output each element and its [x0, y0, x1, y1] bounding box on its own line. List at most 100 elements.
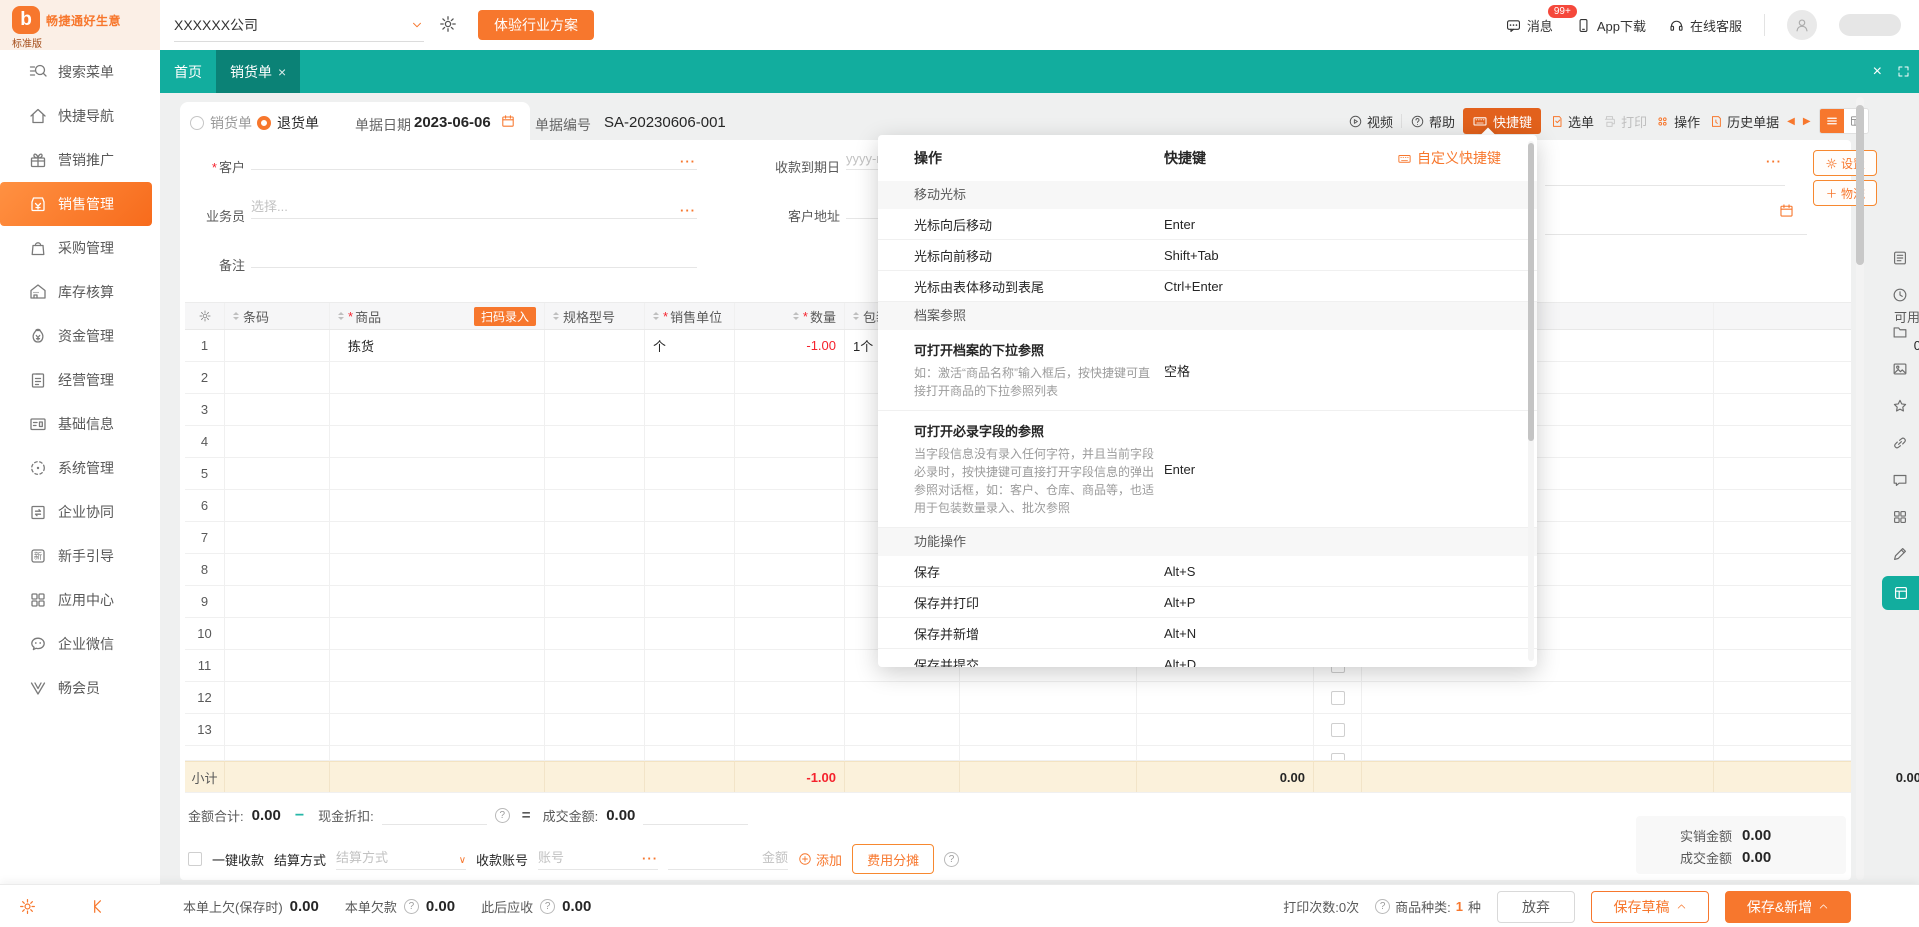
dock-apps-button[interactable] [1885, 502, 1915, 532]
video-button[interactable]: 视频 [1348, 112, 1393, 131]
close-tab-icon[interactable]: × [278, 64, 286, 80]
close-icon[interactable]: × [1873, 63, 1882, 81]
support-button[interactable]: 在线客服 [1668, 16, 1742, 35]
gear-icon[interactable] [438, 14, 458, 34]
print-button[interactable]: 打印 [1602, 112, 1647, 131]
warehouse-more-icon[interactable]: ··· [1766, 154, 1782, 169]
sidebar-item-marketing[interactable]: 营销推广 [0, 138, 160, 182]
row-checkbox[interactable] [1330, 690, 1345, 705]
table-gear-icon[interactable] [198, 309, 212, 323]
salesman-more-icon[interactable]: ··· [680, 203, 696, 218]
sidebar-item-app-center[interactable]: 应用中心 [0, 578, 160, 622]
deal-amount-input[interactable] [643, 807, 749, 825]
help-circle-icon[interactable]: ? [1375, 899, 1391, 914]
tab-home[interactable]: 首页 [160, 50, 216, 93]
sort-icon[interactable] [338, 312, 344, 320]
save-and-new-button[interactable]: 保存&新增 [1725, 890, 1851, 923]
customize-shortcut-link[interactable]: 自定义快捷键 [1397, 148, 1501, 168]
settings-button[interactable]: 设置 [1813, 150, 1877, 176]
customer-more-icon[interactable]: ··· [680, 154, 696, 169]
radio-sales-order[interactable]: 销货单 [190, 113, 252, 133]
sidebar-item-quick-nav[interactable]: 快捷导航 [0, 94, 160, 138]
sidebar-item-member[interactable]: 畅会员 [0, 666, 160, 710]
warehouse-input[interactable] [1545, 164, 1785, 186]
dock-link-button[interactable] [1885, 428, 1915, 458]
doc-date-value[interactable]: 2023-06-06 [414, 114, 491, 131]
dock-gallery-button[interactable] [1885, 354, 1915, 384]
company-select[interactable]: XXXXXX公司 [174, 8, 424, 42]
sort-icon[interactable] [853, 312, 859, 320]
save-draft-button[interactable]: 保存草稿 [1591, 890, 1709, 923]
calendar-icon[interactable] [500, 113, 516, 129]
app-download-button[interactable]: App下载 [1575, 16, 1646, 35]
sidebar-item-collaboration[interactable]: 企业协同 [0, 490, 160, 534]
help-circle-icon[interactable]: ? [403, 899, 419, 914]
trial-industry-button[interactable]: 体验行业方案 [478, 10, 594, 40]
sort-icon[interactable] [792, 312, 799, 320]
scrollbar-thumb[interactable] [1856, 105, 1864, 265]
page-scrollbar[interactable] [1856, 97, 1864, 880]
delivery-date-input[interactable] [1545, 213, 1807, 235]
logistics-button[interactable]: 物流 [1813, 180, 1877, 206]
sidebar-item-inventory[interactable]: 库存核算 [0, 270, 160, 314]
scan-entry-badge[interactable]: 扫码录入 [473, 306, 536, 326]
expense-share-button[interactable]: 费用分摊 [852, 844, 935, 874]
collapse-sidebar-icon[interactable] [89, 897, 108, 916]
cash-discount-input[interactable] [381, 807, 487, 825]
history-button[interactable]: 历史单据 [1708, 112, 1779, 131]
help-circle-icon[interactable]: ? [540, 899, 556, 914]
add-payment-button[interactable]: 添加 [798, 850, 842, 869]
sidebar-item-sales[interactable]: 销售管理 [0, 182, 152, 226]
prev-doc-icon[interactable]: ◀ [1787, 116, 1795, 127]
sidebar-item-wechat-work[interactable]: 企业微信 [0, 622, 160, 666]
settle-method-select[interactable]: 结算方式 ∨ [336, 848, 467, 870]
shortcut-key-button[interactable]: 快捷键 [1463, 108, 1542, 134]
sidebar-item-operation[interactable]: 经营管理 [0, 358, 160, 402]
cancel-button[interactable]: 放弃 [1497, 890, 1575, 923]
pick-order-button[interactable]: 选单 [1549, 112, 1594, 131]
action-button[interactable]: 操作 [1655, 112, 1700, 131]
sort-icon[interactable] [233, 312, 239, 320]
dialog-scrollbar-thumb[interactable] [1528, 143, 1534, 441]
print-label: 打印 [1621, 114, 1648, 130]
row-checkbox[interactable] [1330, 753, 1345, 760]
calendar-icon[interactable] [1778, 202, 1795, 219]
dock-message-button[interactable] [1885, 465, 1915, 495]
help-circle-icon[interactable]: ? [494, 808, 510, 823]
sidebar-item-search-menu[interactable]: 搜索菜单 [0, 50, 160, 94]
remark-input[interactable] [251, 246, 697, 268]
username-pill[interactable] [1839, 14, 1901, 36]
sort-icon[interactable] [653, 312, 659, 320]
dock-folder-button[interactable] [1885, 317, 1915, 347]
dialog-scrollbar[interactable] [1528, 141, 1534, 661]
settings-gear-icon[interactable] [18, 897, 37, 916]
radio-return-order[interactable]: 退货单 [257, 113, 319, 133]
sidebar-item-basic-info[interactable]: 基础信息 [0, 402, 160, 446]
account-more-icon[interactable]: ··· [642, 851, 658, 866]
next-doc-icon[interactable]: ▶ [1803, 116, 1811, 127]
help-circle-icon[interactable]: ? [944, 851, 960, 867]
account-input[interactable]: 账号 ··· [538, 848, 659, 870]
sort-icon[interactable] [553, 312, 559, 320]
payment-row: 一键收款 结算方式 结算方式 ∨ 收款账号 账号 ··· 金额 添加 费用分摊 ? [188, 844, 960, 874]
dock-clock-button[interactable] [1885, 280, 1915, 310]
row-checkbox[interactable] [1330, 722, 1345, 737]
list-view-icon[interactable] [1819, 109, 1844, 133]
sidebar-item-newbie-guide[interactable]: 新 新手引导 [0, 534, 160, 578]
messages-button[interactable]: 消息 99+ [1505, 4, 1577, 35]
salesman-input[interactable]: 选择... [251, 197, 697, 219]
quick-receipt-checkbox[interactable] [188, 852, 202, 866]
sidebar-item-system[interactable]: 系统管理 [0, 446, 160, 490]
dock-panel-button[interactable] [1882, 576, 1919, 610]
dock-star-button[interactable] [1885, 391, 1915, 421]
expand-icon[interactable] [1896, 64, 1911, 79]
sidebar-item-purchase[interactable]: 采购管理 [0, 226, 160, 270]
dock-note-button[interactable] [1885, 243, 1915, 273]
help-button[interactable]: 帮助 [1410, 112, 1455, 131]
customer-input[interactable] [251, 148, 697, 170]
tab-sales-order[interactable]: 销货单 × [216, 50, 301, 93]
pay-amount-input[interactable]: 金额 [668, 848, 789, 870]
dock-edit-button[interactable] [1885, 539, 1915, 569]
avatar[interactable] [1787, 10, 1817, 40]
sidebar-item-funds[interactable]: 资金管理 [0, 314, 160, 358]
